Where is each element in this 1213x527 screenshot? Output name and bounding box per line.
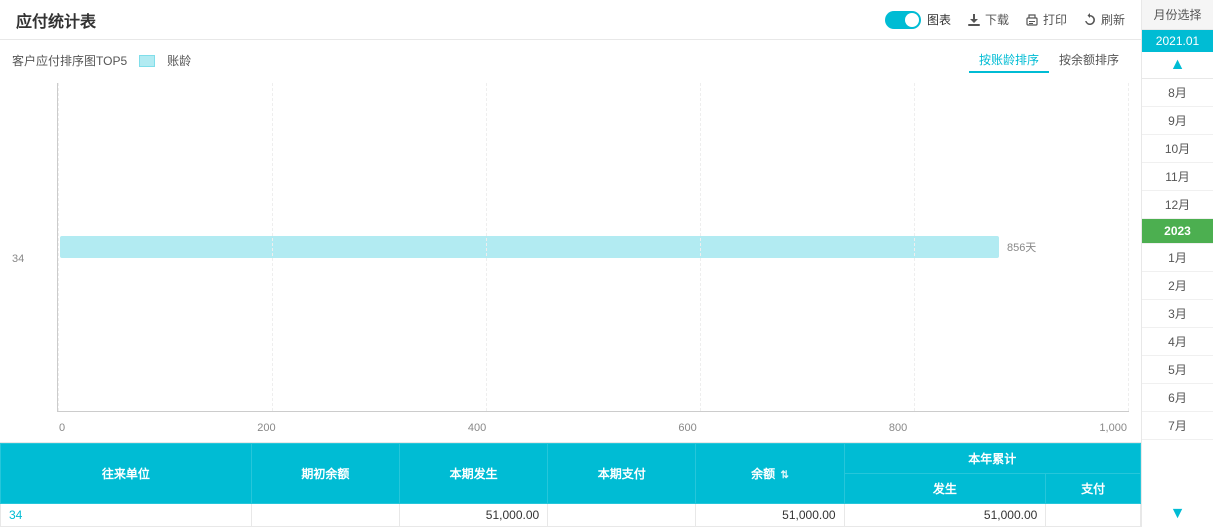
- sidebar-month-item[interactable]: 1月: [1142, 244, 1213, 272]
- chart-inner: 34 856天: [12, 83, 1129, 434]
- print-icon: [1025, 13, 1039, 27]
- x-axis-labels: 0 200 400 600 800 1,000: [57, 422, 1129, 434]
- balance-sort-icon: ⇅: [780, 470, 788, 481]
- chart-section: 客户应付排序图TOP5 账龄 按账龄排序 按余额排序 34: [0, 40, 1141, 443]
- cell-ytd-occur: 51,000.00: [844, 504, 1046, 527]
- sidebar-scroll-up[interactable]: ▲: [1142, 52, 1213, 78]
- chart-tabs: 按账龄排序 按余额排序: [969, 48, 1129, 73]
- sidebar-month-item[interactable]: 4月: [1142, 328, 1213, 356]
- bar-fill: [60, 236, 999, 258]
- sidebar-month-item[interactable]: 6月: [1142, 384, 1213, 412]
- cell-source: 34: [1, 504, 252, 527]
- sidebar-month-item[interactable]: 8月: [1142, 79, 1213, 107]
- sidebar-month-item[interactable]: 11月: [1142, 163, 1213, 191]
- legend-color-box: [139, 55, 155, 67]
- sidebar: 月份选择 2021.01 ▲ 8月9月10月11月12月20231月2月3月4月…: [1141, 0, 1213, 527]
- th-payment: 本期支付: [548, 444, 696, 504]
- sidebar-month-item[interactable]: 10月: [1142, 135, 1213, 163]
- tab-by-amount[interactable]: 按余额排序: [1049, 48, 1129, 73]
- sidebar-month-list: 8月9月10月11月12月20231月2月3月4月5月6月7月: [1142, 79, 1213, 501]
- chart-top-bar: 客户应付排序图TOP5 账龄 按账龄排序 按余额排序: [12, 48, 1129, 79]
- sidebar-month-item[interactable]: 7月: [1142, 412, 1213, 440]
- table-section: 往来单位 期初余额 本期发生 本期支付 余额 ⇅ 本年累计 发生 支付: [0, 443, 1141, 527]
- sidebar-month-item[interactable]: 12月: [1142, 191, 1213, 219]
- th-ytd-group: 本年累计: [844, 444, 1140, 474]
- chart-toggle-wrap[interactable]: 图表: [885, 11, 951, 29]
- bar-row: 856天: [60, 236, 1127, 258]
- cell-opening: [251, 504, 399, 527]
- cell-payment: [548, 504, 696, 527]
- print-button[interactable]: 打印: [1025, 11, 1067, 28]
- legend-color-label: 账龄: [167, 52, 191, 69]
- sidebar-selected-month: 2021.01: [1142, 30, 1213, 52]
- cell-balance: 51,000.00: [696, 504, 844, 527]
- table-row: 34 51,000.00 51,000.00 51,000.00: [1, 504, 1141, 527]
- chart-legend: 客户应付排序图TOP5 账龄: [12, 52, 191, 69]
- sidebar-month-item[interactable]: 9月: [1142, 107, 1213, 135]
- sidebar-scroll-down[interactable]: ▼: [1142, 501, 1213, 527]
- tab-by-balance[interactable]: 按账龄排序: [969, 48, 1049, 73]
- th-ytd-pay: 支付: [1046, 474, 1141, 504]
- chart-toggle-label: 图表: [927, 11, 951, 28]
- sidebar-year-label: 2023: [1142, 219, 1213, 244]
- bar-days-label: 856天: [1007, 239, 1036, 255]
- chart-toggle[interactable]: [885, 11, 921, 29]
- th-source: 往来单位: [1, 444, 252, 504]
- th-balance: 余额 ⇅: [696, 444, 844, 504]
- th-ytd-occur: 发生: [844, 474, 1046, 504]
- sidebar-header: 月份选择: [1142, 0, 1213, 30]
- chart-plot-area: 856天: [57, 83, 1129, 412]
- sidebar-month-item[interactable]: 3月: [1142, 300, 1213, 328]
- cell-ytd-pay: [1046, 504, 1141, 527]
- th-opening: 期初余额: [251, 444, 399, 504]
- th-current: 本期发生: [400, 444, 548, 504]
- download-icon: [967, 13, 981, 27]
- page-title: 应付统计表: [16, 8, 96, 32]
- refresh-icon: [1083, 13, 1097, 27]
- sidebar-month-item[interactable]: 2月: [1142, 272, 1213, 300]
- refresh-button[interactable]: 刷新: [1083, 11, 1125, 28]
- header-actions: 图表 下载 打印 刷新: [885, 11, 1125, 29]
- legend-text: 客户应付排序图TOP5: [12, 52, 127, 69]
- data-table: 往来单位 期初余额 本期发生 本期支付 余额 ⇅ 本年累计 发生 支付: [0, 443, 1141, 527]
- page-header: 应付统计表 图表 下载 打印 刷新: [0, 0, 1141, 40]
- sidebar-month-item[interactable]: 5月: [1142, 356, 1213, 384]
- download-button[interactable]: 下载: [967, 11, 1009, 28]
- chart-and-tabs: 客户应付排序图TOP5 账龄 按账龄排序 按余额排序 34: [12, 48, 1129, 434]
- cell-current: 51,000.00: [400, 504, 548, 527]
- y-axis-label: 34: [12, 253, 24, 265]
